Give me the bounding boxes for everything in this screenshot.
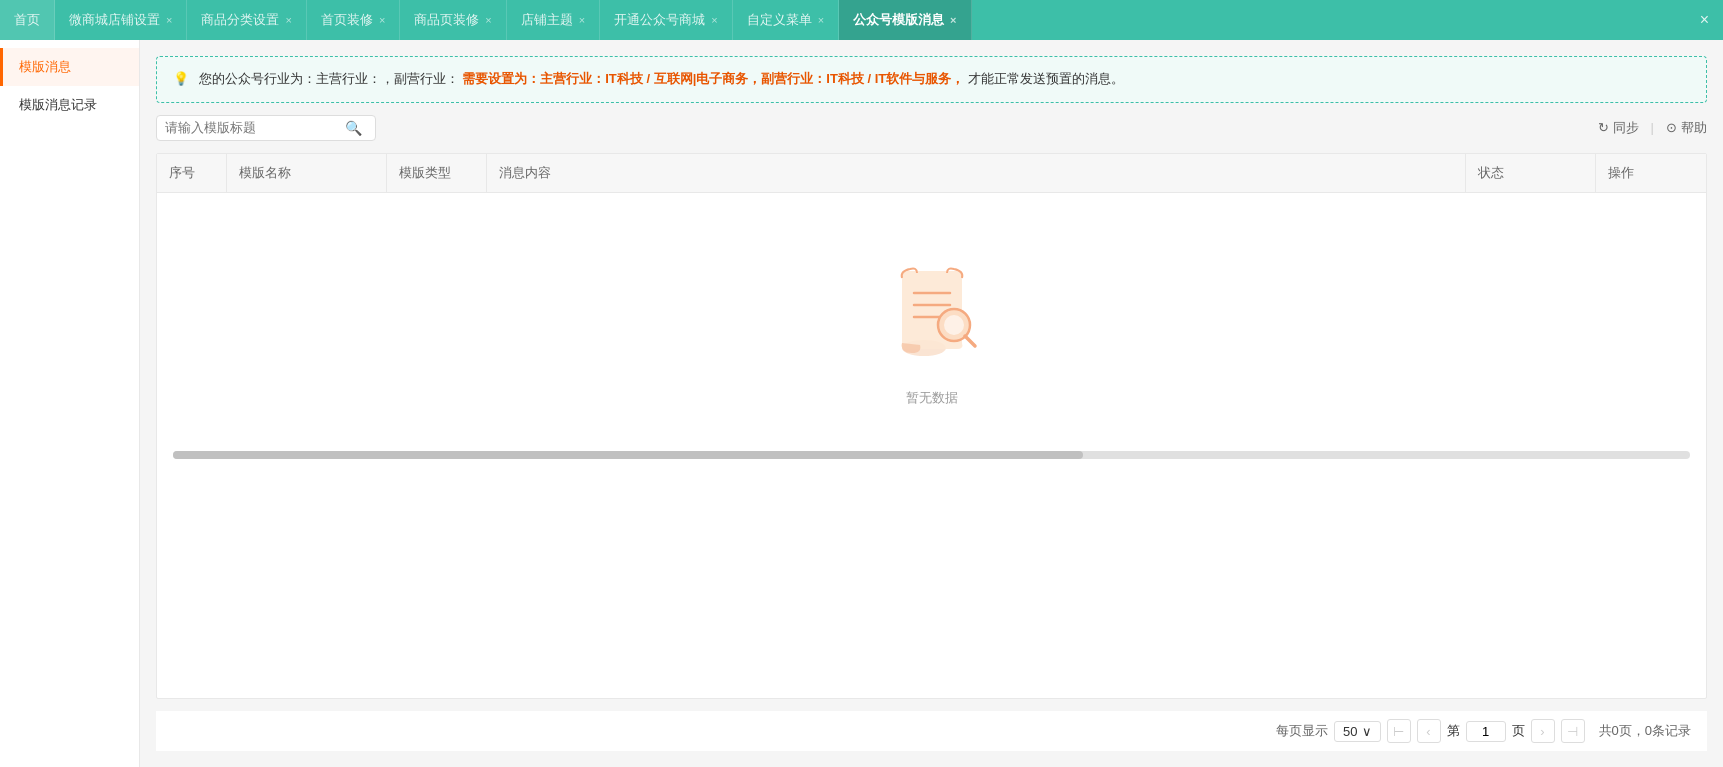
close-icon[interactable]: × [711,14,717,26]
chevron-down-icon: ∨ [1362,724,1372,739]
col-action: 操作 [1596,154,1706,192]
nav-tab-category[interactable]: 商品分类设置 × [187,0,306,40]
sidebar-item-template-record[interactable]: 模版消息记录 [0,86,139,124]
page-unit: 页 [1512,722,1525,740]
close-icon[interactable]: × [579,14,585,26]
col-index: 序号 [157,154,227,192]
search-input[interactable] [165,120,345,135]
close-all-button[interactable]: × [1686,0,1723,40]
empty-state: 暂无数据 [157,193,1706,447]
col-name: 模版名称 [227,154,387,192]
per-page-value: 50 [1343,724,1357,739]
notice-highlight: 需要设置为：主营行业：IT科技 / 互联网|电子商务，副营行业：IT科技 / I… [462,71,964,86]
main-layout: 模版消息 模版消息记录 💡 您的公众号行业为：主营行业：，副营行业： 需要设置为… [0,40,1723,767]
pagination: 每页显示 50 ∨ ⊢ ‹ 第 页 › ⊣ 共0页，0条记录 [156,711,1707,751]
sync-icon: ↻ [1598,120,1609,135]
col-status: 状态 [1466,154,1596,192]
table-header: 序号 模版名称 模版类型 消息内容 状态 操作 [157,154,1706,193]
close-icon[interactable]: × [950,14,956,26]
empty-icon [872,253,992,373]
col-type: 模版类型 [387,154,487,192]
help-icon: ⊙ [1666,120,1677,135]
prev-page-button[interactable]: ‹ [1417,719,1441,743]
search-icon[interactable]: 🔍 [345,120,362,136]
nav-tab-product-decor[interactable]: 商品页装修 × [400,0,506,40]
nav-tab-custom-menu[interactable]: 自定义菜单 × [733,0,839,40]
svg-line-6 [965,336,975,346]
nav-tab-shop-settings[interactable]: 微商城店铺设置 × [55,0,187,40]
close-icon[interactable]: × [379,14,385,26]
next-page-button[interactable]: › [1531,719,1555,743]
col-content: 消息内容 [487,154,1466,192]
nav-tab-open-mall[interactable]: 开通公众号商城 × [600,0,732,40]
data-table: 序号 模版名称 模版类型 消息内容 状态 操作 [156,153,1707,699]
notice-banner: 💡 您的公众号行业为：主营行业：，副营行业： 需要设置为：主营行业：IT科技 /… [156,56,1707,103]
search-box[interactable]: 🔍 [156,115,376,141]
total-info: 共0页，0条记录 [1599,722,1691,740]
sidebar: 模版消息 模版消息记录 [0,40,140,767]
top-nav: 首页 微商城店铺设置 × 商品分类设置 × 首页装修 × 商品页装修 × 店铺主… [0,0,1723,40]
per-page-select[interactable]: 50 ∨ [1334,721,1380,742]
close-icon[interactable]: × [818,14,824,26]
nav-tab-template-msg[interactable]: 公众号模版消息 × [839,0,971,40]
toolbar: 🔍 ↻ 同步 | ⊙ 帮助 [156,115,1707,141]
page-label: 第 [1447,722,1460,740]
per-page-label: 每页显示 [1276,722,1328,740]
close-icon[interactable]: × [285,14,291,26]
nav-tab-home-decor[interactable]: 首页装修 × [307,0,400,40]
content-area: 💡 您的公众号行业为：主营行业：，副营行业： 需要设置为：主营行业：IT科技 /… [140,40,1723,767]
help-button[interactable]: ⊙ 帮助 [1666,119,1707,137]
sidebar-item-template-msg[interactable]: 模版消息 [0,48,139,86]
bulb-icon: 💡 [173,71,189,86]
nav-tab-theme[interactable]: 店铺主题 × [507,0,600,40]
last-page-button[interactable]: ⊣ [1561,719,1585,743]
sync-button[interactable]: ↻ 同步 [1598,119,1639,137]
scroll-thumb[interactable] [173,451,1083,459]
toolbar-divider: | [1651,120,1654,135]
nav-tab-home[interactable]: 首页 [0,0,55,40]
empty-text: 暂无数据 [906,389,958,407]
toolbar-right: ↻ 同步 | ⊙ 帮助 [1598,119,1707,137]
close-icon[interactable]: × [166,14,172,26]
horizontal-scrollbar[interactable] [173,451,1690,459]
first-page-button[interactable]: ⊢ [1387,719,1411,743]
svg-point-5 [944,315,964,335]
close-icon[interactable]: × [485,14,491,26]
page-input[interactable] [1466,721,1506,742]
